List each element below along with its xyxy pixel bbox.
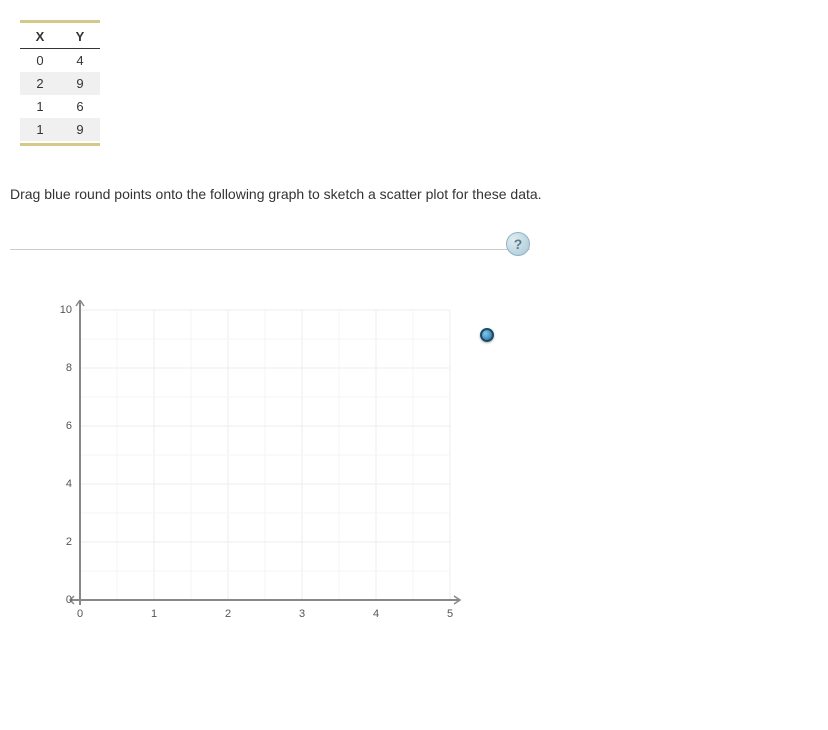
x-tick-label: 3: [292, 608, 312, 620]
table-row: 2 9: [20, 72, 100, 95]
x-tick-label: 1: [144, 608, 164, 620]
table-header-y: Y: [60, 25, 100, 49]
x-tick-label: 4: [366, 608, 386, 620]
table-cell-x: 1: [20, 118, 60, 141]
x-tick-label: 0: [70, 608, 90, 620]
table-cell-x: 2: [20, 72, 60, 95]
table-header-x: X: [20, 25, 60, 49]
chart-svg: [30, 300, 490, 640]
x-tick-label: 2: [218, 608, 238, 620]
table-cell-y: 6: [60, 95, 100, 118]
y-tick-label: 4: [52, 478, 72, 490]
table-cell-x: 1: [20, 95, 60, 118]
table-cell-y: 4: [60, 49, 100, 73]
help-button[interactable]: ?: [506, 232, 530, 256]
help-row: ?: [10, 232, 530, 250]
table-top-border: [20, 20, 100, 23]
instruction-text: Drag blue round points onto the followin…: [0, 186, 828, 202]
table-cell-x: 0: [20, 49, 60, 73]
help-icon: ?: [514, 236, 523, 252]
data-table: X Y 0 4 2 9 1 6 1 9: [20, 25, 100, 141]
x-tick-label: 5: [440, 608, 460, 620]
y-tick-label: 10: [52, 304, 72, 316]
table-cell-y: 9: [60, 118, 100, 141]
table-bottom-border: [20, 143, 100, 146]
data-table-container: X Y 0 4 2 9 1 6 1 9: [20, 20, 100, 146]
scatter-chart[interactable]: 10 8 6 4 2 0 0 1 2 3 4 5: [30, 300, 530, 640]
y-tick-label: 0: [52, 594, 72, 606]
table-row: 1 9: [20, 118, 100, 141]
table-row: 0 4: [20, 49, 100, 73]
table-cell-y: 9: [60, 72, 100, 95]
draggable-point[interactable]: [480, 328, 494, 342]
y-tick-label: 6: [52, 420, 72, 432]
y-tick-label: 8: [52, 362, 72, 374]
table-row: 1 6: [20, 95, 100, 118]
y-tick-label: 2: [52, 536, 72, 548]
